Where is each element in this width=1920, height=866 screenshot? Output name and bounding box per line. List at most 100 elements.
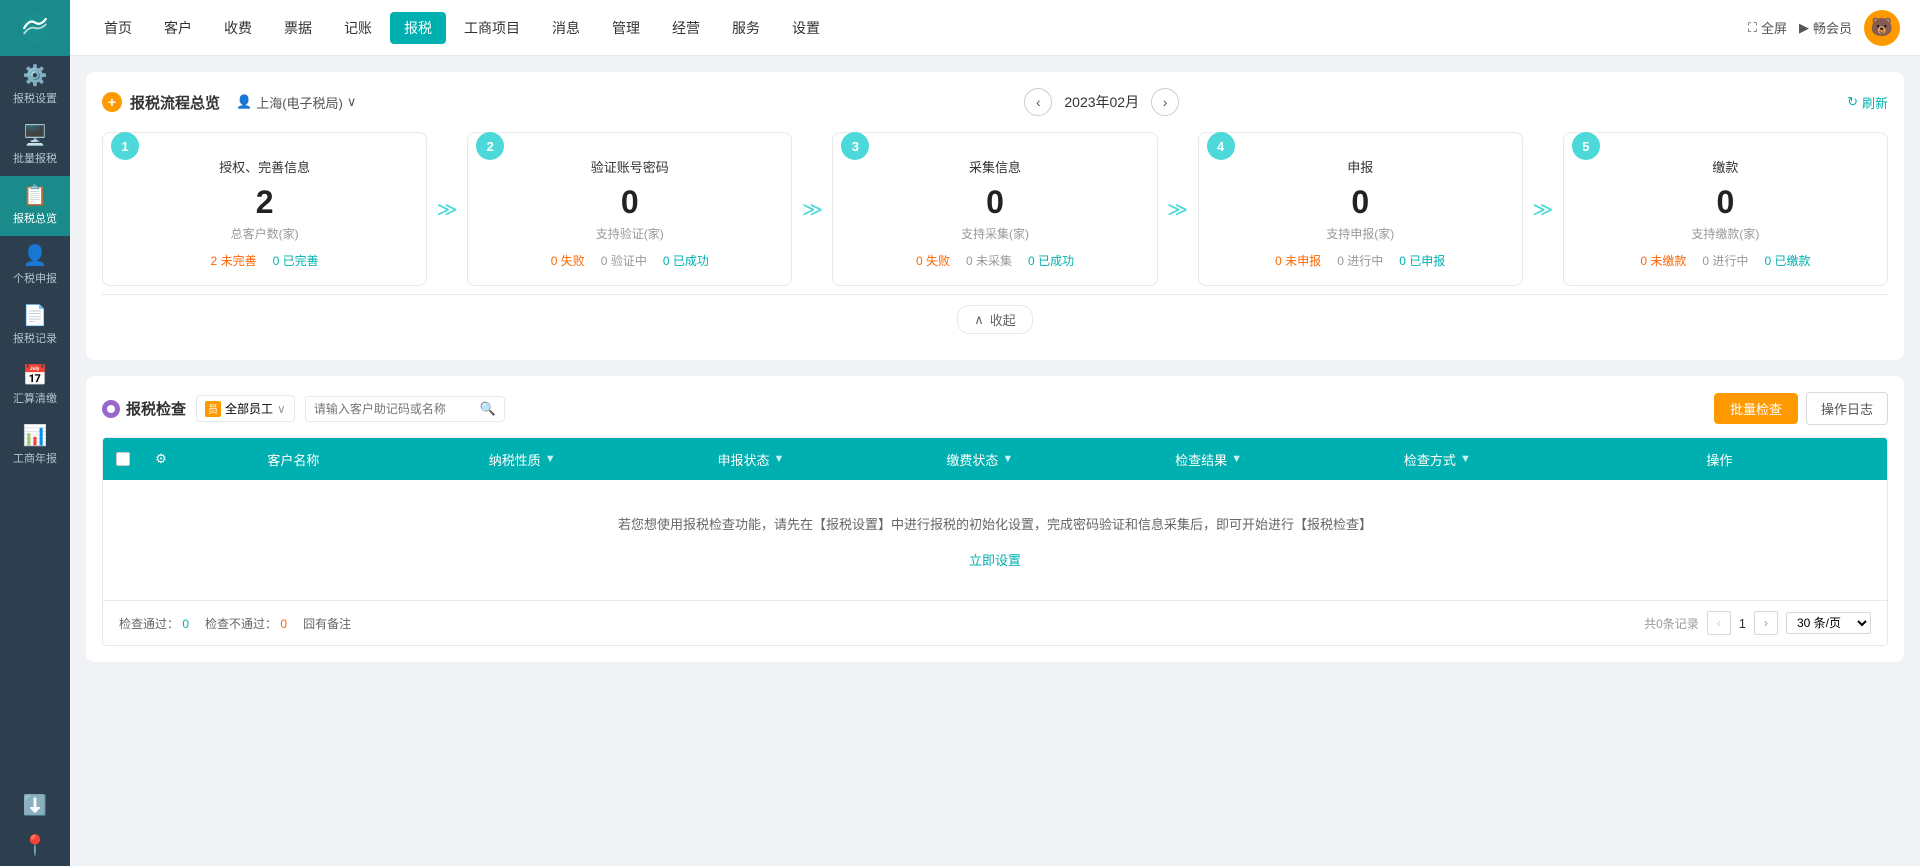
download-icon: ⬇️ (23, 796, 48, 816)
sidebar-item-location[interactable]: 📍 (0, 826, 70, 866)
check-circle-icon (102, 400, 120, 418)
stat-fail-2[interactable]: 0 失败 (551, 252, 585, 269)
setup-link[interactable]: 立即设置 (969, 553, 1021, 568)
nav-client[interactable]: 客户 (150, 12, 206, 44)
step-num-2: 2 (476, 132, 504, 160)
member-icon: ▶ (1799, 20, 1809, 36)
stat-fail-3[interactable]: 0 失败 (916, 252, 950, 269)
header-checkbox[interactable] (103, 452, 143, 466)
sidebar-item-download[interactable]: ⬇️ (0, 786, 70, 826)
table-header: ⚙ 客户名称 纳税性质 ▼ 申报状态 ▼ 缴费状态 ▼ (103, 438, 1887, 480)
nav-services[interactable]: 服务 (718, 12, 774, 44)
annual-report-icon: 📊 (23, 426, 48, 446)
th-check-result[interactable]: 检查结果 ▼ (1094, 450, 1323, 469)
filter-icon-result: ▼ (1231, 453, 1242, 465)
step-title-5: 缴款 (1576, 157, 1875, 176)
stat-verifying-2: 0 验证中 (601, 252, 647, 269)
top-right-actions: ⛶ 全屏 ▶ 畅会员 🐻 (1748, 10, 1900, 46)
stat-inprogress-5: 0 进行中 (1702, 252, 1748, 269)
prev-page-button[interactable]: ‹ (1707, 611, 1731, 635)
next-page-button[interactable]: › (1754, 611, 1778, 635)
th-tax-nature[interactable]: 纳税性质 ▼ (408, 450, 637, 469)
sidebar-item-annual-report[interactable]: 📊 工商年报 (0, 416, 70, 476)
sidebar-item-batch-tax[interactable]: 🖥️ 批量报税 (0, 116, 70, 176)
collapse-button[interactable]: ∧ 收起 (957, 305, 1033, 334)
tax-settings-icon: ⚙️ (23, 66, 48, 86)
step-title-1: 授权、完善信息 (115, 157, 414, 176)
filter-icon-declaration: ▼ (774, 453, 785, 465)
stat-unpaid-5[interactable]: 0 未缴款 (1640, 252, 1686, 269)
table-body-empty: 若您想使用报税检查功能，请先在【报税设置】中进行报税的初始化设置，完成密码验证和… (103, 480, 1887, 600)
sidebar-item-tax-records[interactable]: 📄 报税记录 (0, 296, 70, 356)
fullscreen-button[interactable]: ⛶ 全屏 (1748, 18, 1787, 37)
note-label: 囧有备注 (303, 615, 351, 632)
flow-step-5: 5 缴款 0 支持缴款(家) 0 未缴款 0 进行中 (1563, 132, 1888, 286)
refresh-button[interactable]: ↻ 刷新 (1847, 93, 1888, 112)
sidebar-label-personal-tax: 个税申报 (13, 270, 57, 286)
flow-arrow-4: ≫ (1523, 132, 1563, 286)
tax-check-card: 报税检查 员 全部员工 ∨ 🔍 批量检查 操作日志 (86, 376, 1904, 662)
sidebar-label-clearance: 汇算清缴 (13, 390, 57, 406)
nav-bookkeeping[interactable]: 记账 (330, 12, 386, 44)
check-card-left: 报税检查 员 全部员工 ∨ 🔍 (102, 395, 505, 422)
nav-business[interactable]: 工商项目 (450, 12, 534, 44)
filter-icon-tax-nature: ▼ (545, 453, 556, 465)
operation-log-button[interactable]: 操作日志 (1806, 392, 1888, 425)
member-button[interactable]: ▶ 畅会员 (1799, 18, 1852, 37)
sidebar-item-clearance[interactable]: 📅 汇算清缴 (0, 356, 70, 416)
employee-filter-select[interactable]: 员 全部员工 ∨ (196, 395, 295, 422)
sidebar-item-personal-tax[interactable]: 👤 个税申报 (0, 236, 70, 296)
flow-arrow-1: ≫ (427, 132, 467, 286)
stat-incomplete[interactable]: 2 未完善 (211, 252, 257, 269)
sidebar-label-batch-tax: 批量报税 (13, 150, 57, 166)
sidebar: ⚙️ 报税设置 🖥️ 批量报税 📋 报税总览 👤 个税申报 📄 报税记录 📅 汇… (0, 0, 70, 866)
customer-search-input[interactable] (314, 402, 476, 416)
stat-paid-5[interactable]: 0 已缴款 (1764, 252, 1810, 269)
chevron-down-icon: ∨ (347, 94, 357, 110)
step-stats-4: 0 未申报 0 进行中 0 已申报 (1211, 252, 1510, 269)
next-month-button[interactable]: › (1151, 88, 1179, 116)
check-card-title: 报税检查 (102, 398, 186, 419)
step-stats-3: 0 失败 0 未采集 0 已成功 (845, 252, 1144, 269)
step-num-5: 5 (1572, 132, 1600, 160)
per-page-selector[interactable]: 30 条/页 50 条/页 100 条/页 (1786, 612, 1871, 634)
top-navigation: 首页 客户 收费 票据 记账 报税 工商项目 消息 管理 经营 服务 设置 ⛶ … (70, 0, 1920, 56)
nav-management[interactable]: 管理 (598, 12, 654, 44)
th-declaration-status[interactable]: 申报状态 ▼ (637, 450, 866, 469)
stat-declared-4[interactable]: 0 已申报 (1399, 252, 1445, 269)
nav-operations[interactable]: 经营 (658, 12, 714, 44)
header-settings[interactable]: ⚙ (143, 451, 179, 467)
location-selector[interactable]: 👤 上海(电子税局) ∨ (236, 93, 356, 112)
tax-check-table: ⚙ 客户名称 纳税性质 ▼ 申报状态 ▼ 缴费状态 ▼ (102, 437, 1888, 646)
batch-check-button[interactable]: 批量检查 (1714, 393, 1798, 424)
th-check-method[interactable]: 检查方式 ▼ (1323, 450, 1552, 469)
nav-tax[interactable]: 报税 (390, 12, 446, 44)
sidebar-item-tax-settings[interactable]: ⚙️ 报税设置 (0, 56, 70, 116)
search-icon[interactable]: 🔍 (480, 401, 496, 417)
step-title-4: 申报 (1211, 157, 1510, 176)
select-all-checkbox[interactable] (116, 452, 130, 466)
nav-fees[interactable]: 收费 (210, 12, 266, 44)
stat-success-2[interactable]: 0 已成功 (663, 252, 709, 269)
stat-complete[interactable]: 0 已完善 (273, 252, 319, 269)
th-customer-name: 客户名称 (179, 450, 408, 469)
nav-home[interactable]: 首页 (90, 12, 146, 44)
flow-step-4: 4 申报 0 支持申报(家) 0 未申报 0 进行中 (1198, 132, 1523, 286)
sidebar-item-tax-overview[interactable]: 📋 报税总览 (0, 176, 70, 236)
sidebar-label-tax-overview: 报税总览 (13, 210, 57, 226)
stat-success-3[interactable]: 0 已成功 (1028, 252, 1074, 269)
nav-messages[interactable]: 消息 (538, 12, 594, 44)
nav-settings[interactable]: 设置 (778, 12, 834, 44)
nav-invoices[interactable]: 票据 (270, 12, 326, 44)
nav-items: 首页 客户 收费 票据 记账 报税 工商项目 消息 管理 经营 服务 设置 (90, 12, 1748, 44)
prev-month-button[interactable]: ‹ (1024, 88, 1052, 116)
app-logo[interactable] (0, 0, 70, 56)
user-avatar[interactable]: 🐻 (1864, 10, 1900, 46)
th-payment-status[interactable]: 缴费状态 ▼ (865, 450, 1094, 469)
flow-overview-card: + 报税流程总览 👤 上海(电子税局) ∨ ‹ 2023年02月 › ↻ (86, 72, 1904, 360)
sidebar-label-tax-records: 报税记录 (13, 330, 57, 346)
pass-value[interactable]: 0 (182, 617, 189, 631)
step-desc-3: 支持采集(家) (845, 225, 1144, 242)
stat-undeclared-4[interactable]: 0 未申报 (1275, 252, 1321, 269)
fail-value[interactable]: 0 (280, 617, 287, 631)
